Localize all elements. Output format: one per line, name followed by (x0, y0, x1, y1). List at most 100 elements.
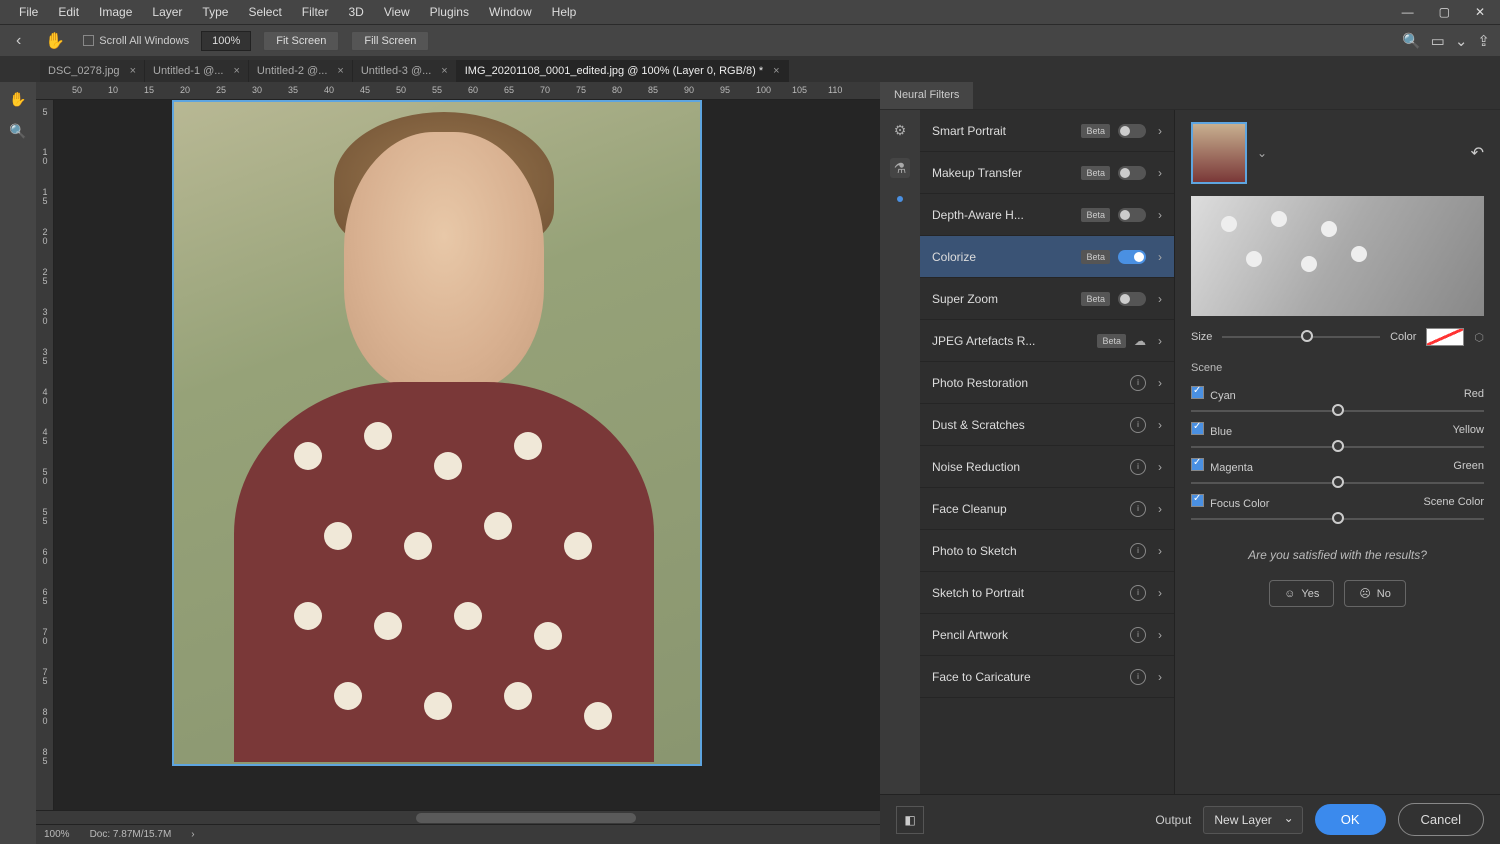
face-thumbnail[interactable] (1191, 122, 1247, 184)
back-icon[interactable]: ‹ (10, 32, 27, 50)
menu-help[interactable]: Help (543, 2, 586, 22)
output-select[interactable]: New Layer (1203, 806, 1302, 834)
maximize-icon[interactable]: ▢ (1434, 5, 1455, 19)
menu-view[interactable]: View (375, 2, 419, 22)
tab-1[interactable]: Untitled-1 @...× (145, 60, 249, 82)
menu-select[interactable]: Select (239, 2, 290, 22)
hand-tool-icon[interactable]: ✋ (7, 88, 29, 110)
filter-depth-aware-h-[interactable]: Depth-Aware H...Beta› (920, 194, 1174, 236)
filter-pencil-artwork[interactable]: Pencil Artworki› (920, 614, 1174, 656)
document-view[interactable] (54, 100, 880, 810)
menu-filter[interactable]: Filter (293, 2, 338, 22)
dropdown-icon[interactable]: ⌄ (1455, 32, 1468, 50)
slider-left-label: Focus Color (1210, 498, 1269, 510)
search-icon[interactable]: 🔍 (1402, 32, 1421, 50)
cloud-icon: ☁ (1134, 334, 1146, 348)
toggle[interactable] (1118, 166, 1146, 180)
close-tab-icon[interactable]: × (233, 65, 239, 77)
close-tab-icon[interactable]: × (337, 65, 343, 77)
slider-check[interactable] (1191, 422, 1204, 435)
indicator-dot (897, 196, 903, 202)
close-tab-icon[interactable]: × (130, 65, 136, 77)
filter-jpeg-artefacts-r-[interactable]: JPEG Artefacts R...Beta☁› (920, 320, 1174, 362)
slider-check[interactable] (1191, 386, 1204, 399)
color-slider[interactable] (1191, 482, 1484, 484)
color-slider[interactable] (1191, 446, 1484, 448)
close-tab-icon[interactable]: × (773, 65, 779, 77)
tab-4[interactable]: IMG_20201108_0001_edited.jpg @ 100% (Lay… (457, 60, 789, 82)
slider-check[interactable] (1191, 458, 1204, 471)
zoom-tool-icon[interactable]: 🔍 (7, 120, 29, 142)
opts-icon[interactable]: ⬡ (1474, 331, 1484, 344)
chevron-right-icon: › (1158, 544, 1162, 558)
panel-title[interactable]: Neural Filters (880, 82, 973, 109)
no-button[interactable]: ☹No (1344, 580, 1406, 607)
color-slider[interactable] (1191, 410, 1484, 412)
menu-window[interactable]: Window (480, 2, 541, 22)
preview-image[interactable] (1191, 196, 1484, 316)
menu-layer[interactable]: Layer (143, 2, 191, 22)
h-scrollbar[interactable] (36, 810, 880, 824)
toggle[interactable] (1118, 250, 1146, 264)
tab-2[interactable]: Untitled-2 @...× (249, 60, 353, 82)
filter-photo-to-sketch[interactable]: Photo to Sketchi› (920, 530, 1174, 572)
toggle[interactable] (1118, 124, 1146, 138)
color-label: Color (1390, 331, 1416, 343)
yes-button[interactable]: ☺Yes (1269, 580, 1334, 607)
size-slider[interactable] (1222, 336, 1380, 338)
scroll-all-checkbox[interactable]: Scroll All Windows (83, 35, 189, 47)
minimize-icon[interactable]: — (1397, 5, 1419, 19)
tab-3[interactable]: Untitled-3 @...× (353, 60, 457, 82)
beaker-icon[interactable]: ⚗ (890, 158, 910, 178)
sliders-icon[interactable]: ⚙ (890, 120, 910, 140)
beta-badge: Beta (1081, 208, 1110, 222)
chevron-right-icon: › (1158, 628, 1162, 642)
chevron-down-icon[interactable]: ⌄ (1257, 146, 1281, 160)
panel-footer: ◧ Output New Layer OK Cancel (880, 794, 1500, 844)
menu-image[interactable]: Image (90, 2, 141, 22)
compare-icon[interactable]: ◧ (896, 806, 924, 834)
chevron-right-icon: › (1158, 460, 1162, 474)
filter-name: Depth-Aware H... (932, 208, 1073, 222)
tab-0[interactable]: DSC_0278.jpg× (40, 60, 145, 82)
fit-screen-button[interactable]: Fit Screen (263, 31, 339, 51)
zoom-value[interactable]: 100% (201, 31, 251, 51)
filter-smart-portrait[interactable]: Smart PortraitBeta› (920, 110, 1174, 152)
filter-face-to-caricature[interactable]: Face to Caricaturei› (920, 656, 1174, 698)
reset-icon[interactable]: ↶ (1471, 143, 1484, 163)
close-tab-icon[interactable]: × (441, 65, 447, 77)
filter-makeup-transfer[interactable]: Makeup TransferBeta› (920, 152, 1174, 194)
toggle[interactable] (1118, 208, 1146, 222)
menu-file[interactable]: File (10, 2, 47, 22)
toggle[interactable] (1118, 292, 1146, 306)
ok-button[interactable]: OK (1315, 804, 1386, 835)
filter-face-cleanup[interactable]: Face Cleanupi› (920, 488, 1174, 530)
share-icon[interactable]: ⇪ (1477, 32, 1490, 50)
filter-sketch-to-portrait[interactable]: Sketch to Portraiti› (920, 572, 1174, 614)
layout-icon[interactable]: ▭ (1431, 32, 1445, 50)
menu-3d[interactable]: 3D (339, 2, 372, 22)
output-label: Output (1155, 813, 1191, 827)
slider-left-label: Magenta (1210, 462, 1253, 474)
hand-tool-icon[interactable]: ✋ (39, 31, 71, 51)
menu-edit[interactable]: Edit (49, 2, 88, 22)
chevron-right-icon: › (1158, 418, 1162, 432)
color-slider[interactable] (1191, 518, 1484, 520)
status-more-icon[interactable]: › (191, 829, 194, 840)
slider-check[interactable] (1191, 494, 1204, 507)
cancel-button[interactable]: Cancel (1398, 803, 1484, 836)
filter-super-zoom[interactable]: Super ZoomBeta› (920, 278, 1174, 320)
close-icon[interactable]: ✕ (1470, 5, 1490, 19)
ruler-horizontal: 5010152025303540455055606570758085909510… (36, 82, 880, 100)
color-swatch[interactable] (1426, 328, 1464, 346)
menu-plugins[interactable]: Plugins (421, 2, 478, 22)
filter-photo-restoration[interactable]: Photo Restorationi› (920, 362, 1174, 404)
fill-screen-button[interactable]: Fill Screen (351, 31, 429, 51)
info-icon: i (1130, 585, 1146, 601)
filter-colorize[interactable]: ColorizeBeta› (920, 236, 1174, 278)
filter-noise-reduction[interactable]: Noise Reductioni› (920, 446, 1174, 488)
filter-name: Makeup Transfer (932, 166, 1073, 180)
filter-dust-scratches[interactable]: Dust & Scratchesi› (920, 404, 1174, 446)
slider-right-label: Scene Color (1423, 496, 1484, 508)
menu-type[interactable]: Type (193, 2, 237, 22)
